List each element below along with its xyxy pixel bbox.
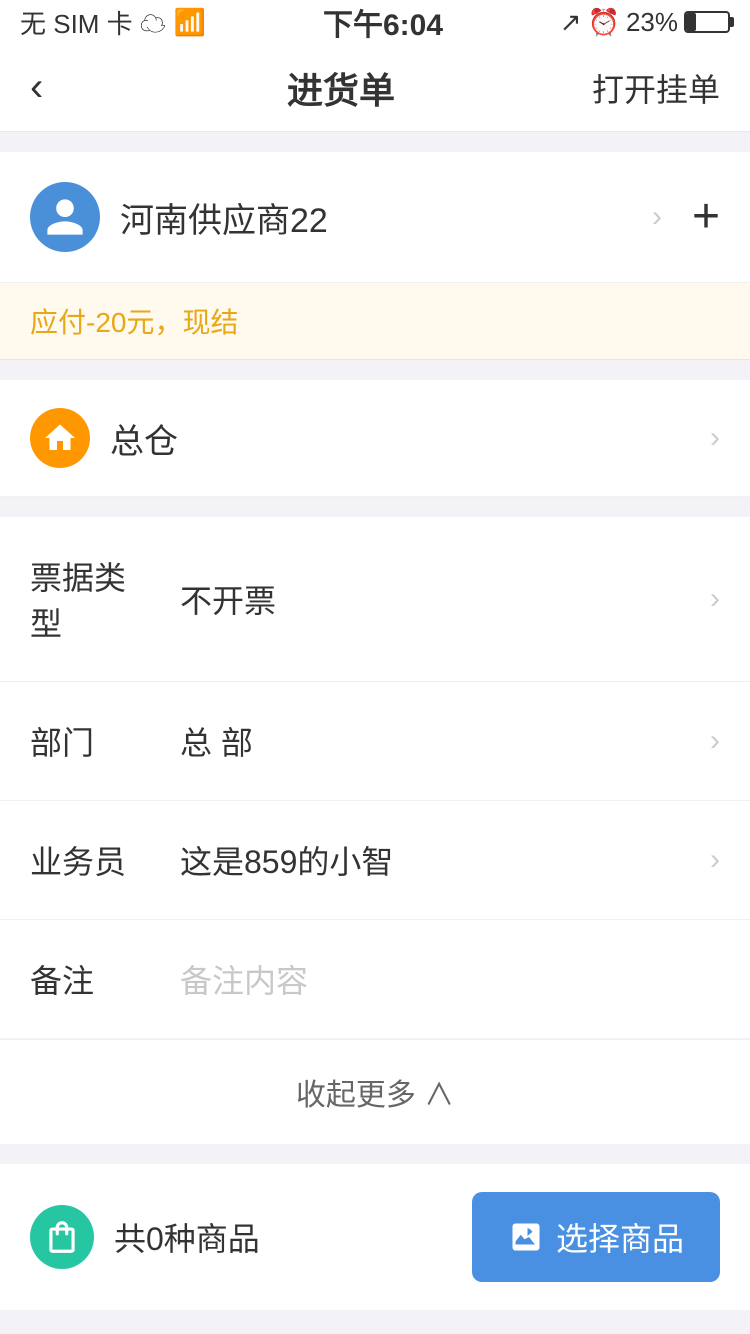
add-supplier-button[interactable]: + [692, 193, 720, 241]
supplier-arrow-icon: › [652, 200, 662, 234]
warehouse-name: 总仓 [110, 414, 710, 463]
department-row[interactable]: 部门 总 部 › [0, 682, 750, 801]
person-icon [43, 195, 87, 239]
supplier-section[interactable]: 河南供应商22 › + [0, 152, 750, 283]
status-bar: 无 SIM 卡 ☁ 📶 下午6:04 ↗ ⏰ 23% [0, 0, 750, 44]
wifi-icon: 📶 [174, 7, 206, 38]
collapse-row[interactable]: 收起更多 ∧ [0, 1039, 750, 1144]
remark-row[interactable]: 备注 备注内容 [0, 920, 750, 1038]
section-gap-1 [0, 132, 750, 152]
remark-placeholder[interactable]: 备注内容 [150, 956, 720, 1002]
status-time: 下午6:04 [323, 0, 443, 44]
form-section: 票据类型 不开票 › 部门 总 部 › 业务员 这是859的小智 › 备注 备注… [0, 517, 750, 1038]
house-icon [42, 420, 78, 456]
notice-banner: 应付-20元，现结 [0, 283, 750, 360]
department-value: 总 部 [150, 718, 710, 764]
warehouse-section[interactable]: 总仓 › [0, 380, 750, 497]
product-icon [30, 1205, 94, 1269]
shopping-bag-icon [43, 1218, 81, 1256]
department-label: 部门 [30, 718, 150, 764]
invoice-type-arrow-icon: › [710, 582, 720, 616]
product-bar: 共0种商品 选择商品 [0, 1164, 750, 1310]
invoice-type-row[interactable]: 票据类型 不开票 › [0, 517, 750, 682]
open-pending-button[interactable]: 打开挂单 [592, 65, 720, 111]
select-product-button[interactable]: 选择商品 [472, 1192, 720, 1282]
warehouse-arrow-icon: › [710, 421, 720, 455]
nav-bar: ‹ 进货单 打开挂单 [0, 44, 750, 132]
page-title: 进货单 [287, 62, 395, 114]
supplier-name: 河南供应商22 [120, 193, 652, 242]
invoice-type-value: 不开票 [150, 576, 710, 622]
select-product-label: 选择商品 [556, 1214, 684, 1260]
alarm-icon: ⏰ [588, 7, 620, 38]
battery-icon [684, 11, 730, 33]
sim-status: 无 SIM 卡 ☁ [20, 4, 166, 41]
salesperson-arrow-icon: › [710, 843, 720, 877]
location-icon: ↗ [560, 7, 582, 38]
warehouse-icon [30, 408, 90, 468]
product-count: 共0种商品 [114, 1214, 472, 1260]
department-arrow-icon: › [710, 724, 720, 758]
back-button[interactable]: ‹ [30, 65, 90, 110]
invoice-type-label: 票据类型 [30, 553, 150, 645]
battery-percent: 23% [626, 7, 678, 38]
salesperson-row[interactable]: 业务员 这是859的小智 › [0, 801, 750, 920]
remark-label: 备注 [30, 956, 150, 1002]
salesperson-value: 这是859的小智 [150, 837, 710, 883]
status-left: 无 SIM 卡 ☁ 📶 [20, 4, 206, 41]
select-product-icon [508, 1219, 544, 1255]
supplier-avatar [30, 182, 100, 252]
status-right: ↗ ⏰ 23% [560, 7, 730, 38]
salesperson-label: 业务员 [30, 837, 150, 883]
collapse-label: 收起更多 ∧ [296, 1070, 454, 1114]
